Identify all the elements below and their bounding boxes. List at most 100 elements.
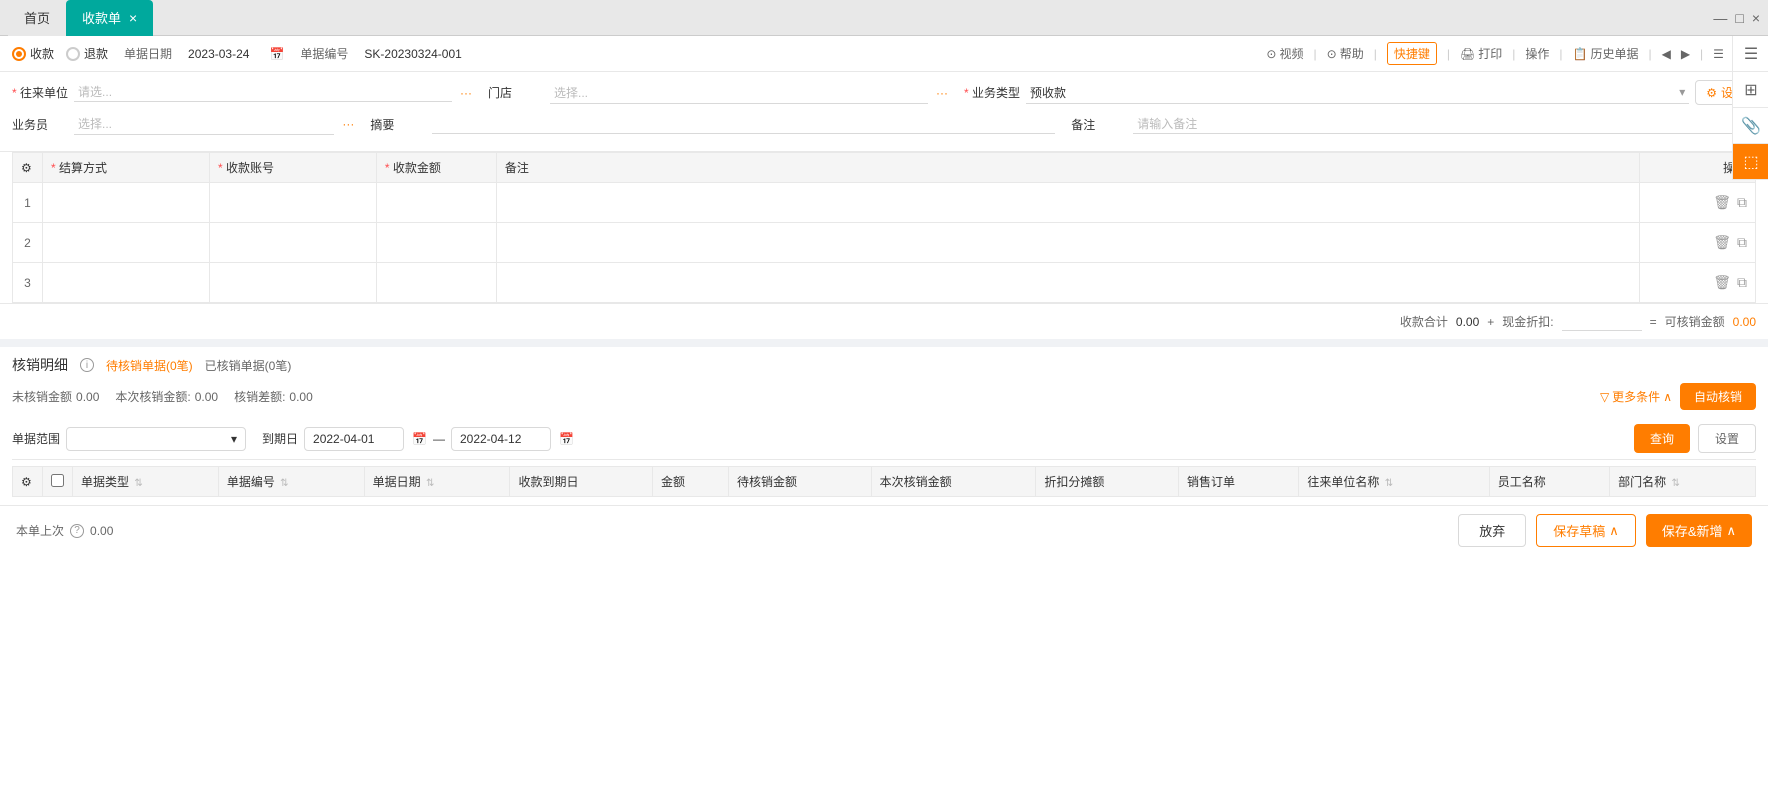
tab-close-icon[interactable]: × — [129, 10, 137, 26]
amount-cell-1[interactable] — [376, 183, 496, 223]
amount-cell-2[interactable] — [376, 223, 496, 263]
video-link[interactable]: ⊙ 视频 — [1266, 45, 1303, 62]
right-panel: ☰ ⊞ 📎 ⬚ — [1732, 36, 1768, 180]
radio-receipt[interactable]: 收款 — [12, 45, 54, 62]
calendar-to-icon[interactable]: 📅 — [559, 432, 574, 446]
verify-actions: ▽ 更多条件 ∧ 自动核销 — [1600, 383, 1756, 410]
delete-row-btn-2[interactable]: 🗑 — [1713, 234, 1731, 251]
summary-row: 收款合计 0.00 + 现金折扣: = 可核销金额 0.00 — [0, 303, 1768, 339]
staff-select[interactable]: 选择... — [74, 113, 334, 135]
shortcut-link[interactable]: 快捷键 — [1387, 42, 1437, 65]
delete-row-btn-3[interactable]: 🗑 — [1713, 274, 1731, 291]
right-panel-expand-btn[interactable]: ⬚ — [1733, 144, 1768, 180]
due-label: 到期日 — [262, 430, 298, 447]
form-row-1: * 往来单位 ··· 门店 选择... ··· * 业务类型 预收款 — [12, 80, 1756, 105]
toolbar-actions: ⊙ 视频 | ⊙ 帮助 | 快捷键 | 🖨 打印 | 操作 | 📋 — [1266, 42, 1756, 65]
payment-cell-2[interactable] — [43, 223, 210, 263]
copy-row-btn-3[interactable]: ⧉ — [1737, 274, 1747, 291]
list-icon[interactable]: ☰ — [1713, 47, 1724, 61]
summary-input[interactable] — [432, 115, 1055, 134]
range-select[interactable]: ▾ — [66, 427, 246, 451]
save-new-btn[interactable]: 保存&新增 ∧ — [1646, 514, 1752, 547]
summary-field: 摘要 — [370, 115, 1055, 134]
verify-title: 核销明细 — [12, 355, 68, 375]
query-btn[interactable]: 查询 — [1634, 424, 1690, 453]
payment-cell-1[interactable] — [43, 183, 210, 223]
prev-icon[interactable]: ◀ — [1662, 47, 1671, 61]
right-panel-attach-btn[interactable]: 📎 — [1733, 108, 1768, 144]
tab-home[interactable]: 首页 — [8, 0, 66, 36]
diff-label: 核销差额: — [234, 388, 285, 405]
biztype-field: * 业务类型 预收款 ▾ ⚙ 设置 — [964, 80, 1756, 105]
tab-pending[interactable]: 待核销单据(0笔) — [106, 357, 193, 374]
bt-dept-header: 部门名称 ⇅ — [1610, 467, 1756, 497]
verify-header: 核销明细 i 待核销单据(0笔) 已核销单据(0笔) — [12, 355, 1756, 375]
bt-settings-header[interactable]: ⚙ — [13, 467, 43, 497]
auto-verify-btn[interactable]: 自动核销 — [1680, 383, 1756, 410]
help-link[interactable]: ⊙ 帮助 — [1327, 45, 1364, 62]
net-value: 0.00 — [1733, 315, 1756, 329]
date-from-input[interactable] — [304, 427, 404, 451]
radio-group: 收款 退款 — [12, 45, 108, 62]
window-controls: — □ × — [1713, 10, 1760, 26]
sort-dept-icon: ⇅ — [1671, 478, 1679, 489]
help-icon: ⊙ — [1327, 47, 1337, 61]
right-panel-grid-btn[interactable]: ⊞ — [1733, 72, 1768, 108]
radio-refund[interactable]: 退款 — [66, 45, 108, 62]
print-link[interactable]: 🖨 打印 — [1460, 45, 1502, 62]
account-cell-1[interactable] — [209, 183, 376, 223]
sort-number-icon: ⇅ — [280, 478, 288, 489]
tab-done[interactable]: 已核销单据(0笔) — [205, 357, 292, 374]
calendar-icon[interactable]: 📅 — [269, 47, 284, 61]
history-link[interactable]: 📋 历史单据 — [1572, 45, 1638, 62]
more-filter-link[interactable]: ▽ 更多条件 ∧ — [1600, 388, 1672, 405]
filter-row: 单据范围 ▾ 到期日 📅 — 📅 查询 设置 — [12, 418, 1756, 460]
maximize-btn[interactable]: □ — [1735, 10, 1743, 26]
next-icon[interactable]: ▶ — [1681, 47, 1690, 61]
remark-cell-3[interactable] — [496, 263, 1639, 303]
partner-input[interactable] — [74, 83, 452, 102]
operation-link[interactable]: 操作 — [1525, 45, 1549, 62]
bt-number-header: 单据编号 ⇅ — [218, 467, 364, 497]
tab-receipt[interactable]: 收款单 × — [66, 0, 153, 36]
table-settings-header[interactable]: ⚙ — [13, 153, 43, 183]
minimize-btn[interactable]: — — [1713, 10, 1727, 26]
payment-cell-3[interactable] — [43, 263, 210, 303]
table-row: 1 🗑 ⧉ — [13, 183, 1756, 223]
discount-input[interactable] — [1562, 312, 1642, 331]
filter-icon: ▽ — [1600, 390, 1609, 404]
main-container: 收款 退款 单据日期 2023-03-24 📅 单据编号 SK-20230324… — [0, 36, 1768, 796]
select-all-checkbox[interactable] — [51, 474, 64, 487]
sort-type-icon: ⇅ — [134, 478, 142, 489]
bt-amount-header: 金额 — [653, 467, 729, 497]
account-cell-3[interactable] — [209, 263, 376, 303]
draft-btn[interactable]: 保存草稿 ∧ — [1536, 514, 1636, 547]
copy-row-btn-2[interactable]: ⧉ — [1737, 234, 1747, 251]
delete-row-btn-1[interactable]: 🗑 — [1713, 194, 1731, 211]
store-select[interactable]: 选择... — [550, 82, 928, 104]
store-dots-btn[interactable]: ··· — [936, 86, 948, 100]
staff-dots-btn[interactable]: ··· — [342, 117, 354, 131]
partner-dots-btn[interactable]: ··· — [460, 86, 472, 100]
number-label: 单据编号 — [300, 45, 348, 62]
account-cell-2[interactable] — [209, 223, 376, 263]
verify-info-icon[interactable]: i — [80, 358, 94, 372]
remark-input[interactable] — [1133, 115, 1756, 134]
table-payment-header: * 结算方式 — [43, 153, 210, 183]
calendar-from-icon[interactable]: 📅 — [412, 432, 427, 446]
bt-checkbox-header — [43, 467, 73, 497]
biztype-select[interactable]: 预收款 ▾ — [1026, 82, 1689, 104]
copy-row-btn-1[interactable]: ⧉ — [1737, 194, 1747, 211]
close-btn[interactable]: × — [1752, 10, 1760, 26]
footer-info-icon[interactable]: ? — [70, 524, 84, 538]
form-row-2: 业务员 选择... ··· 摘要 备注 — [12, 113, 1756, 135]
date-to-input[interactable] — [451, 427, 551, 451]
filter-settings-btn[interactable]: 设置 — [1698, 424, 1756, 453]
sort-date-icon: ⇅ — [426, 478, 434, 489]
amount-cell-3[interactable] — [376, 263, 496, 303]
remark-cell-2[interactable] — [496, 223, 1639, 263]
remark-cell-1[interactable] — [496, 183, 1639, 223]
store-field: 门店 选择... ··· — [488, 82, 948, 104]
right-panel-table-btn[interactable]: ☰ — [1733, 36, 1768, 72]
abandon-btn[interactable]: 放弃 — [1458, 514, 1526, 547]
